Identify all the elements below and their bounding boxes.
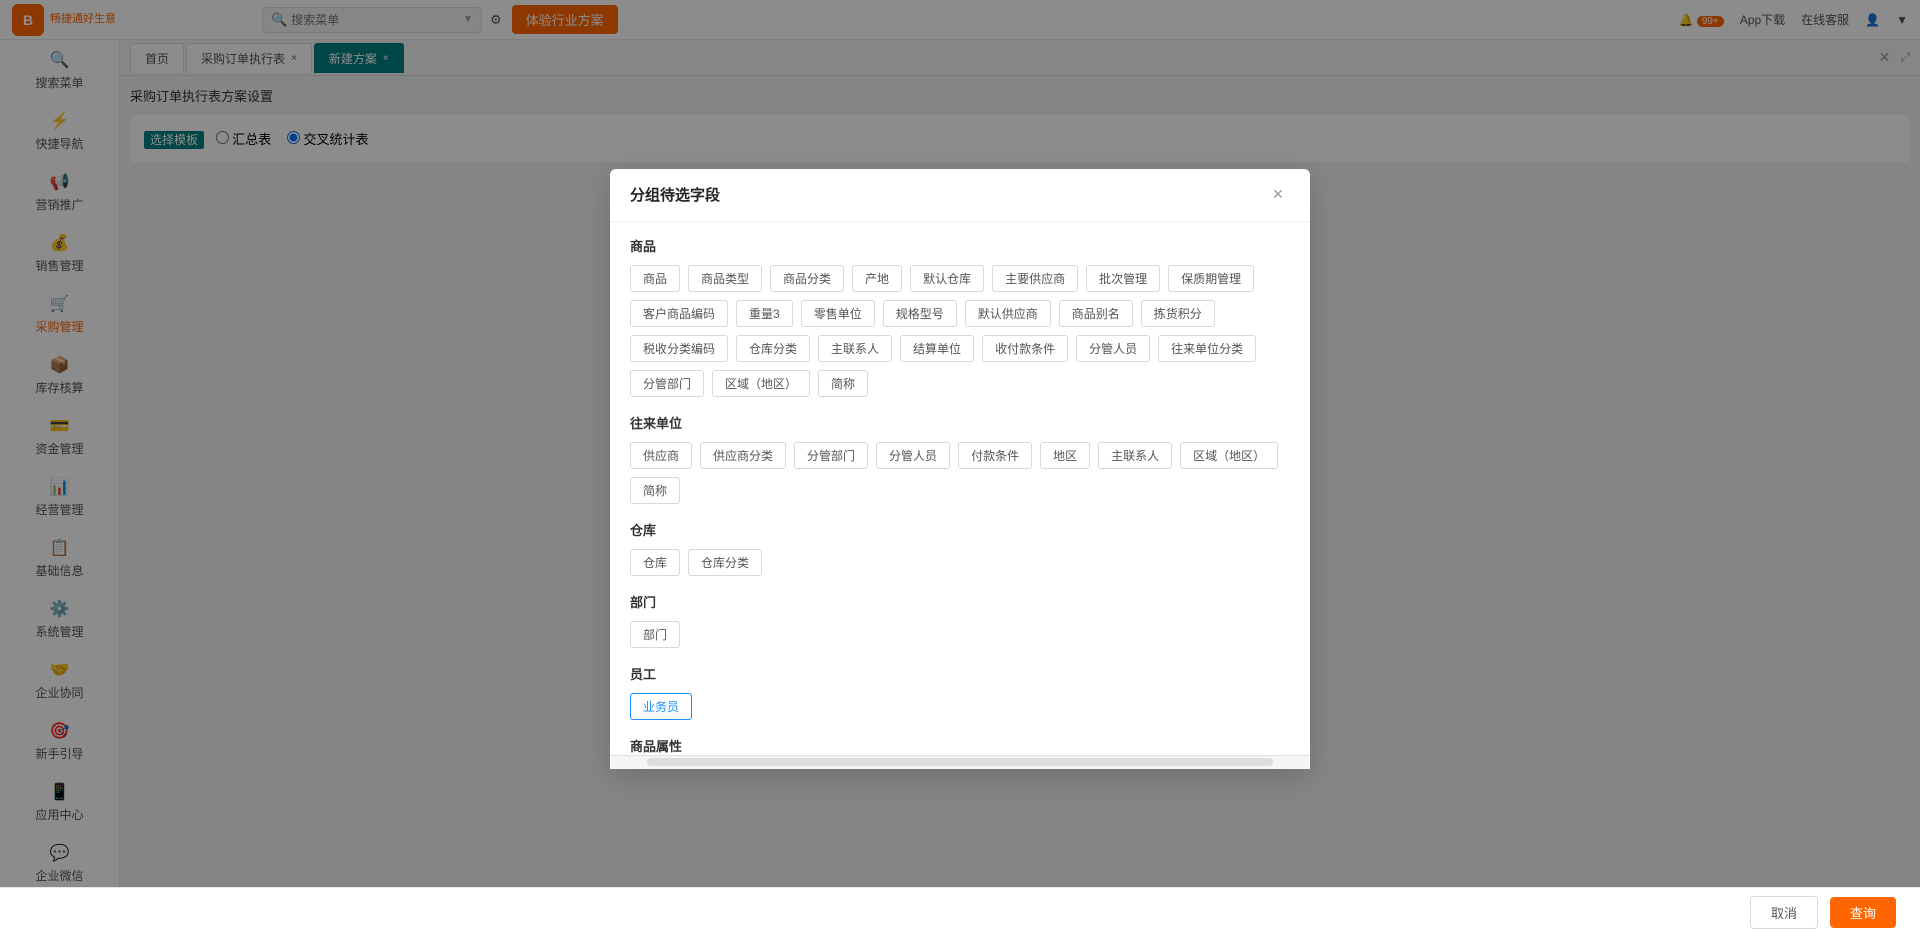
field-tag[interactable]: 批次管理 xyxy=(1086,265,1160,292)
field-tag[interactable]: 分管人员 xyxy=(876,442,950,469)
field-tag[interactable]: 业务员 xyxy=(630,693,692,720)
section-title-warehouse: 仓库 xyxy=(630,520,1290,539)
modal-body: 商品 商品 商品类型 商品分类 产地 默认仓库 主要供应商 批次管理 保质期管理… xyxy=(610,222,1310,755)
modal-close-button[interactable]: × xyxy=(1266,183,1290,207)
section-title-department: 部门 xyxy=(630,592,1290,611)
bottom-action-bar: 取消 查询 xyxy=(0,887,1920,937)
field-tag[interactable]: 结算单位 xyxy=(900,335,974,362)
section-title-counterpart: 往来单位 xyxy=(630,413,1290,432)
field-group-goods: 商品 商品类型 商品分类 产地 默认仓库 主要供应商 批次管理 保质期管理 客户… xyxy=(630,265,1290,397)
section-title-employee: 员工 xyxy=(630,664,1290,683)
field-tag[interactable]: 供应商 xyxy=(630,442,692,469)
field-group-department: 部门 xyxy=(630,621,1290,648)
field-tag[interactable]: 客户商品编码 xyxy=(630,300,728,327)
field-tag[interactable]: 重量3 xyxy=(736,300,793,327)
field-tag[interactable]: 付款条件 xyxy=(958,442,1032,469)
modal-header: 分组待选字段 × xyxy=(610,169,1310,222)
field-tag[interactable]: 区域（地区） xyxy=(1180,442,1278,469)
field-tag[interactable]: 区域（地区） xyxy=(712,370,810,397)
field-tag[interactable]: 默认仓库 xyxy=(910,265,984,292)
field-tag[interactable]: 仓库分类 xyxy=(688,549,762,576)
field-select-modal: 分组待选字段 × 商品 商品 商品类型 商品分类 产地 默认仓库 主要供应商 批… xyxy=(610,169,1310,769)
modal-horizontal-scrollbar[interactable] xyxy=(610,755,1310,769)
field-tag[interactable]: 主联系人 xyxy=(818,335,892,362)
field-tag[interactable]: 简称 xyxy=(630,477,680,504)
field-tag[interactable]: 商品别名 xyxy=(1059,300,1133,327)
field-tag[interactable]: 地区 xyxy=(1040,442,1090,469)
field-tag[interactable]: 保质期管理 xyxy=(1168,265,1254,292)
field-tag[interactable]: 供应商分类 xyxy=(700,442,786,469)
confirm-button[interactable]: 查询 xyxy=(1830,897,1896,928)
field-tag[interactable]: 仓库分类 xyxy=(736,335,810,362)
field-tag[interactable]: 主联系人 xyxy=(1098,442,1172,469)
section-title-goods: 商品 xyxy=(630,236,1290,255)
field-group-warehouse: 仓库 仓库分类 xyxy=(630,549,1290,576)
field-tag[interactable]: 往来单位分类 xyxy=(1158,335,1256,362)
field-tag[interactable]: 分管人员 xyxy=(1076,335,1150,362)
field-tag[interactable]: 收付款条件 xyxy=(982,335,1068,362)
field-tag[interactable]: 商品类型 xyxy=(688,265,762,292)
field-group-counterpart: 供应商 供应商分类 分管部门 分管人员 付款条件 地区 主联系人 区域（地区） … xyxy=(630,442,1290,504)
field-tag[interactable]: 简称 xyxy=(818,370,868,397)
section-title-product-attr: 商品属性 xyxy=(630,736,1290,755)
field-tag[interactable]: 分管部门 xyxy=(630,370,704,397)
hscroll-thumb xyxy=(647,758,1273,766)
cancel-button[interactable]: 取消 xyxy=(1750,896,1818,929)
field-tag[interactable]: 仓库 xyxy=(630,549,680,576)
field-tag[interactable]: 商品 xyxy=(630,265,680,292)
field-tag[interactable]: 部门 xyxy=(630,621,680,648)
field-tag[interactable]: 分管部门 xyxy=(794,442,868,469)
field-tag[interactable]: 税收分类编码 xyxy=(630,335,728,362)
field-tag[interactable]: 默认供应商 xyxy=(965,300,1051,327)
modal-overlay: 分组待选字段 × 商品 商品 商品类型 商品分类 产地 默认仓库 主要供应商 批… xyxy=(0,0,1920,937)
modal-title: 分组待选字段 xyxy=(630,184,720,205)
field-tag[interactable]: 拣货积分 xyxy=(1141,300,1215,327)
field-tag[interactable]: 主要供应商 xyxy=(992,265,1078,292)
field-tag[interactable]: 规格型号 xyxy=(883,300,957,327)
field-tag[interactable]: 零售单位 xyxy=(801,300,875,327)
field-group-employee: 业务员 xyxy=(630,693,1290,720)
field-tag[interactable]: 产地 xyxy=(852,265,902,292)
field-tag[interactable]: 商品分类 xyxy=(770,265,844,292)
